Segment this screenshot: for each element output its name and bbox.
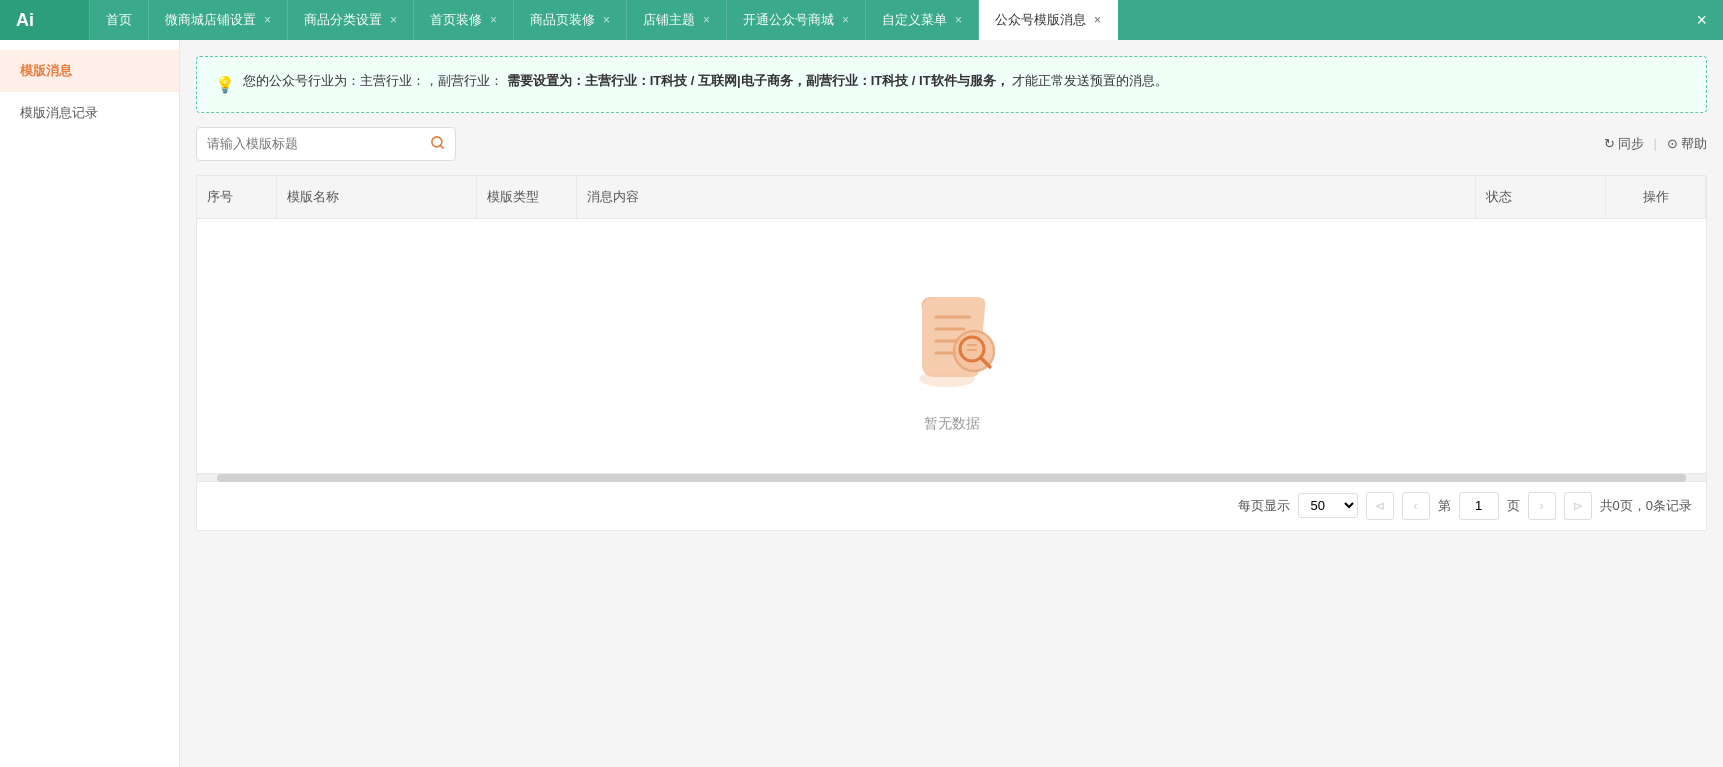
page-size-select[interactable]: 50 20 100 <box>1298 493 1358 518</box>
page-label: 第 <box>1438 497 1451 515</box>
tab-product-page[interactable]: 商品页装修 × <box>514 0 627 40</box>
tab-shop-theme-close[interactable]: × <box>703 13 710 27</box>
help-label: 帮助 <box>1681 135 1707 153</box>
scroll-thumb[interactable] <box>217 474 1686 482</box>
tab-wechat-shop-close[interactable]: × <box>264 13 271 27</box>
toolbar: ↻ 同步 | ⊙ 帮助 <box>196 127 1707 161</box>
search-button[interactable] <box>430 135 445 153</box>
tab-custom-menu-label: 自定义菜单 <box>882 11 947 29</box>
sync-label: 同步 <box>1618 135 1644 153</box>
tab-bar: Ai 首页 微商城店铺设置 × 商品分类设置 × 首页装修 × 商品页装修 × … <box>0 0 1723 40</box>
main-layout: 模版消息 模版消息记录 💡 您的公众号行业为：主营行业：，副营行业： 需要设置为… <box>0 40 1723 767</box>
scroll-track[interactable] <box>197 473 1706 481</box>
next-page-icon: › <box>1540 499 1544 513</box>
tab-product-category-label: 商品分类设置 <box>304 11 382 29</box>
tab-home-label: 首页 <box>106 11 132 29</box>
tab-wechat-shop[interactable]: 微商城店铺设置 × <box>149 0 288 40</box>
notice-box: 💡 您的公众号行业为：主营行业：，副营行业： 需要设置为：主营行业：IT科技 /… <box>196 56 1707 113</box>
tab-product-page-close[interactable]: × <box>603 13 610 27</box>
th-seq: 序号 <box>197 176 277 218</box>
sidebar-item-template-record-label: 模版消息记录 <box>20 105 98 120</box>
last-page-button[interactable]: ⊳ <box>1564 492 1592 520</box>
tab-wechat-shop-label: 微商城店铺设置 <box>165 11 256 29</box>
tab-open-mall[interactable]: 开通公众号商城 × <box>727 0 866 40</box>
notice-highlight: 需要设置为：主营行业：IT科技 / 互联网|电子商务，副营行业：IT科技 / I… <box>507 73 1009 88</box>
th-action: 操作 <box>1606 176 1706 218</box>
next-page-button[interactable]: › <box>1528 492 1556 520</box>
help-button[interactable]: ⊙ 帮助 <box>1667 135 1707 153</box>
sidebar: 模版消息 模版消息记录 <box>0 40 180 767</box>
pagination-bar: 每页显示 50 20 100 ⊲ ‹ 第 页 <box>197 481 1706 530</box>
tab-open-mall-close[interactable]: × <box>842 13 849 27</box>
svg-line-1 <box>440 145 443 148</box>
last-page-icon: ⊳ <box>1573 499 1583 513</box>
sync-button[interactable]: ↻ 同步 <box>1604 135 1644 153</box>
sidebar-item-template-record[interactable]: 模版消息记录 <box>0 92 179 134</box>
notice-suffix: 才能正常发送预置的消息。 <box>1012 73 1168 88</box>
tab-shop-theme[interactable]: 店铺主题 × <box>627 0 727 40</box>
first-page-button[interactable]: ⊲ <box>1366 492 1394 520</box>
notice-prefix: 您的公众号行业为：主营行业：，副营行业： <box>243 73 503 88</box>
table-container: 序号 模版名称 模版类型 消息内容 状态 操作 <box>196 175 1707 531</box>
page-input[interactable] <box>1459 492 1499 520</box>
empty-illustration <box>892 279 1012 399</box>
toolbar-right: ↻ 同步 | ⊙ 帮助 <box>1604 135 1707 153</box>
toolbar-divider: | <box>1654 136 1657 151</box>
notice-icon: 💡 <box>215 72 235 98</box>
tab-custom-menu-close[interactable]: × <box>955 13 962 27</box>
tab-custom-menu[interactable]: 自定义菜单 × <box>866 0 979 40</box>
empty-state: 暂无数据 <box>197 219 1706 473</box>
help-icon: ⊙ <box>1667 136 1678 151</box>
search-wrapper <box>196 127 456 161</box>
app-logo: Ai <box>0 0 90 40</box>
empty-svg <box>892 279 1012 399</box>
page-size-label: 每页显示 <box>1238 497 1290 515</box>
tab-bar-close-all[interactable]: × <box>1680 0 1723 40</box>
prev-page-button[interactable]: ‹ <box>1402 492 1430 520</box>
search-input[interactable] <box>207 136 430 151</box>
content-area: 💡 您的公众号行业为：主营行业：，副营行业： 需要设置为：主营行业：IT科技 /… <box>180 40 1723 767</box>
th-type: 模版类型 <box>477 176 577 218</box>
th-name: 模版名称 <box>277 176 477 218</box>
tab-home-decor-label: 首页装修 <box>430 11 482 29</box>
tab-shop-theme-label: 店铺主题 <box>643 11 695 29</box>
search-icon <box>430 135 445 150</box>
tab-template-msg-close[interactable]: × <box>1094 13 1101 27</box>
first-page-icon: ⊲ <box>1375 499 1385 513</box>
sync-icon: ↻ <box>1604 136 1615 151</box>
tab-home-decor[interactable]: 首页装修 × <box>414 0 514 40</box>
sidebar-item-template-message-label: 模版消息 <box>20 63 72 78</box>
tab-product-category[interactable]: 商品分类设置 × <box>288 0 414 40</box>
empty-text: 暂无数据 <box>924 415 980 433</box>
tab-template-msg[interactable]: 公众号模版消息 × <box>979 0 1118 40</box>
tab-home[interactable]: 首页 <box>90 0 149 40</box>
page-unit: 页 <box>1507 497 1520 515</box>
tab-product-page-label: 商品页装修 <box>530 11 595 29</box>
tab-product-category-close[interactable]: × <box>390 13 397 27</box>
table-header: 序号 模版名称 模版类型 消息内容 状态 操作 <box>197 176 1706 219</box>
tab-template-msg-label: 公众号模版消息 <box>995 11 1086 29</box>
th-content: 消息内容 <box>577 176 1476 218</box>
total-info: 共0页，0条记录 <box>1600 497 1692 515</box>
tab-open-mall-label: 开通公众号商城 <box>743 11 834 29</box>
th-status: 状态 <box>1476 176 1606 218</box>
tab-home-decor-close[interactable]: × <box>490 13 497 27</box>
prev-page-icon: ‹ <box>1414 499 1418 513</box>
notice-text: 您的公众号行业为：主营行业：，副营行业： 需要设置为：主营行业：IT科技 / 互… <box>243 71 1168 92</box>
sidebar-item-template-message[interactable]: 模版消息 <box>0 50 179 92</box>
